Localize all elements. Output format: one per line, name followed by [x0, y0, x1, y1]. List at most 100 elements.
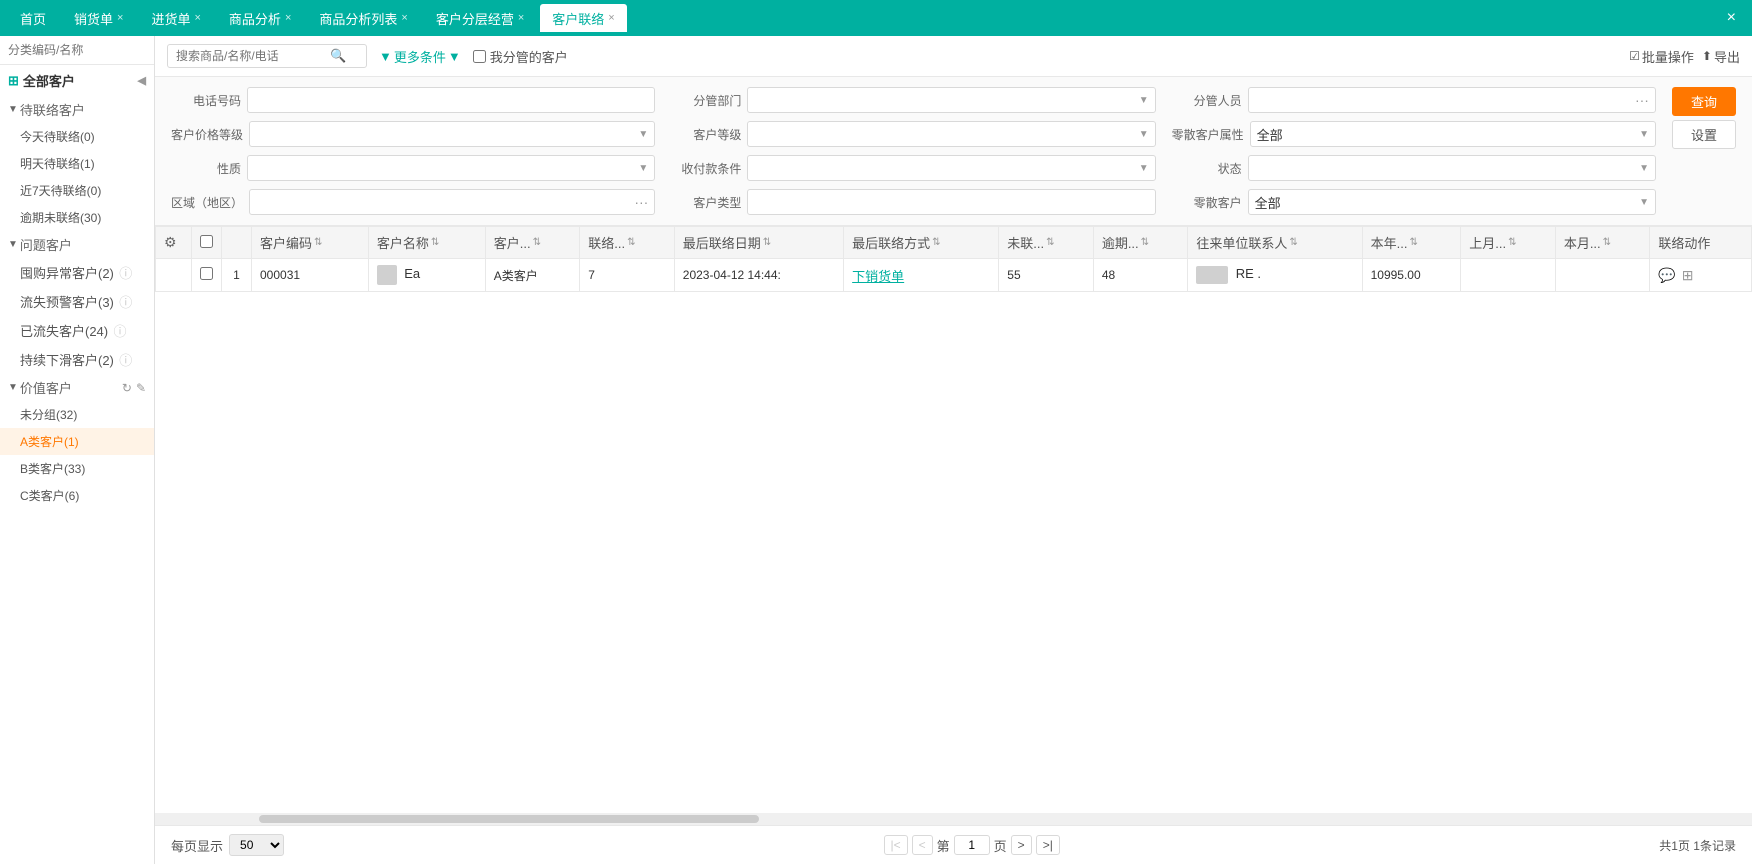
- sidebar-item-ungroup[interactable]: 未分组(32): [0, 401, 154, 428]
- search-input[interactable]: [176, 49, 326, 63]
- sort-contact-person[interactable]: ⇅: [1289, 237, 1297, 248]
- qrcode-action-icon[interactable]: ⊞: [1682, 267, 1694, 284]
- sort-last-date[interactable]: ⇅: [763, 237, 771, 248]
- more-filters-btn[interactable]: ▼ 更多条件 ▼: [379, 47, 461, 66]
- nav-tab-customer-contact[interactable]: 客户联络 ×: [540, 4, 626, 32]
- filter-payment-select[interactable]: ▼: [747, 155, 1155, 181]
- nav-tab-analysis-list[interactable]: 商品分析列表 ×: [307, 4, 419, 32]
- row-checkbox[interactable]: [192, 259, 222, 292]
- filter-phone-input[interactable]: [247, 87, 655, 113]
- chat-action-icon[interactable]: 💬: [1658, 267, 1675, 284]
- filter-price-level-select[interactable]: ▼: [249, 121, 655, 147]
- close-contact-tab[interactable]: ×: [608, 12, 614, 24]
- row-code[interactable]: 000031: [252, 259, 369, 292]
- col-select-all[interactable]: [192, 227, 222, 259]
- sidebar-item-churn-warning[interactable]: 流失预警客户(3) ⓘ: [0, 287, 154, 316]
- close-purchase-tab[interactable]: ×: [194, 12, 200, 24]
- sidebar-item-abnormal[interactable]: 囤购异常客户(2) ⓘ: [0, 258, 154, 287]
- problem-customers-group[interactable]: ▼ 问题客户: [0, 231, 154, 258]
- filter-person-select[interactable]: ···: [1248, 87, 1656, 113]
- edit-icon[interactable]: ✎: [136, 381, 146, 395]
- batch-op-btn[interactable]: ☑ 批量操作: [1629, 47, 1694, 66]
- sort-no-contact[interactable]: ⇅: [1046, 237, 1054, 248]
- sort-contact[interactable]: ⇅: [627, 237, 635, 248]
- row-select-checkbox[interactable]: [200, 267, 213, 280]
- all-customers-header[interactable]: ⊞ 全部客户 ◀: [0, 65, 154, 96]
- close-analysis-tab[interactable]: ×: [285, 12, 291, 24]
- sidebar-item-today[interactable]: 今天待联络(0): [0, 123, 154, 150]
- sort-code[interactable]: ⇅: [314, 237, 322, 248]
- col-this-year[interactable]: 本年... ⇅: [1362, 227, 1461, 259]
- col-this-month[interactable]: 本月... ⇅: [1555, 227, 1650, 259]
- col-last-month[interactable]: 上月... ⇅: [1461, 227, 1556, 259]
- collapse-sidebar-btn[interactable]: ◀: [138, 74, 146, 87]
- col-contact-person[interactable]: 往来单位联系人 ⇅: [1188, 227, 1362, 259]
- col-no-contact[interactable]: 未联... ⇅: [999, 227, 1094, 259]
- sort-this-month[interactable]: ⇅: [1603, 237, 1611, 248]
- page-size-select[interactable]: 50 100 200: [229, 834, 284, 856]
- sidebar-item-b-class[interactable]: B类客户(33): [0, 455, 154, 482]
- last-method-link[interactable]: 下销货单: [852, 269, 904, 284]
- search-icon[interactable]: 🔍: [330, 48, 346, 64]
- col-level[interactable]: 客户... ⇅: [485, 227, 580, 259]
- col-overdue[interactable]: 逾期... ⇅: [1093, 227, 1188, 259]
- col-contact[interactable]: 联络... ⇅: [580, 227, 675, 259]
- query-button[interactable]: 查询: [1672, 87, 1736, 116]
- filter-region-select[interactable]: ···: [249, 189, 655, 215]
- filter-customer-type-select[interactable]: [747, 189, 1155, 215]
- filter-retail-attr-select[interactable]: 全部 ▼: [1250, 121, 1656, 147]
- col-code[interactable]: 客户编码 ⇅: [252, 227, 369, 259]
- nav-home[interactable]: 首页: [8, 5, 58, 32]
- sidebar-item-a-class[interactable]: A类客户(1): [0, 428, 154, 455]
- last-page-btn[interactable]: >|: [1036, 835, 1060, 855]
- export-btn[interactable]: ⬆ 导出: [1702, 47, 1740, 66]
- close-analysis-list-tab[interactable]: ×: [401, 12, 407, 24]
- close-sales-tab[interactable]: ×: [117, 12, 123, 24]
- filter-nature-select[interactable]: ▼: [247, 155, 655, 181]
- sort-last-month[interactable]: ⇅: [1508, 237, 1516, 248]
- total-info: 共1页 1条记录: [1659, 837, 1736, 854]
- sort-overdue[interactable]: ⇅: [1141, 237, 1149, 248]
- col-name[interactable]: 客户名称 ⇅: [368, 227, 485, 259]
- filter-dept-select[interactable]: ▼: [747, 87, 1155, 113]
- filter-status-select[interactable]: ▼: [1248, 155, 1656, 181]
- nav-tab-purchase[interactable]: 进货单 ×: [139, 4, 212, 32]
- my-customers-checkbox[interactable]: [473, 50, 486, 63]
- row-last-method[interactable]: 下销货单: [844, 259, 999, 292]
- col-last-date[interactable]: 最后联络日期 ⇅: [674, 227, 843, 259]
- filter-customer-level-select[interactable]: ▼: [747, 121, 1155, 147]
- sort-last-method[interactable]: ⇅: [932, 237, 940, 248]
- nav-tab-analysis[interactable]: 商品分析 ×: [217, 4, 303, 32]
- page-number-input[interactable]: [954, 835, 990, 855]
- sidebar-item-overdue[interactable]: 逾期未联络(30): [0, 204, 154, 231]
- refresh-icon[interactable]: ↻: [122, 381, 132, 395]
- sidebar-item-7days[interactable]: 近7天待联络(0): [0, 177, 154, 204]
- select-all-checkbox[interactable]: [200, 235, 213, 248]
- sort-name[interactable]: ⇅: [431, 237, 439, 248]
- settings-icon[interactable]: ⚙: [164, 234, 177, 250]
- settings-button[interactable]: 设置: [1672, 120, 1736, 149]
- sort-level[interactable]: ⇅: [533, 237, 541, 248]
- sidebar-item-tomorrow[interactable]: 明天待联络(1): [0, 150, 154, 177]
- horizontal-scrollbar[interactable]: [155, 813, 1752, 825]
- filter-region-more[interactable]: ···: [634, 194, 648, 210]
- my-customers-check[interactable]: 我分管的客户: [473, 47, 568, 66]
- nav-tab-sales[interactable]: 销货单 ×: [62, 4, 135, 32]
- col-last-method[interactable]: 最后联络方式 ⇅: [844, 227, 999, 259]
- sort-this-year[interactable]: ⇅: [1409, 237, 1417, 248]
- sidebar-item-c-class[interactable]: C类客户(6): [0, 482, 154, 509]
- close-all-tabs[interactable]: ×: [1719, 9, 1744, 27]
- scrollbar-thumb[interactable]: [259, 815, 759, 823]
- prev-page-btn[interactable]: <: [912, 835, 933, 855]
- first-page-btn[interactable]: |<: [884, 835, 908, 855]
- next-page-btn[interactable]: >: [1011, 835, 1032, 855]
- col-gear[interactable]: ⚙: [156, 227, 192, 259]
- sidebar-item-declining[interactable]: 持续下滑客户(2) ⓘ: [0, 345, 154, 374]
- filter-retail-select[interactable]: 全部 ▼: [1248, 189, 1656, 215]
- filter-person-more[interactable]: ···: [1635, 92, 1649, 108]
- sidebar-item-churned[interactable]: 已流失客户(24) ⓘ: [0, 316, 154, 345]
- sidebar-search-input[interactable]: [8, 43, 155, 57]
- close-segment-tab[interactable]: ×: [518, 12, 524, 24]
- nav-tab-customer-segment[interactable]: 客户分层经营 ×: [424, 4, 536, 32]
- pending-contact-group[interactable]: ▼ 待联络客户: [0, 96, 154, 123]
